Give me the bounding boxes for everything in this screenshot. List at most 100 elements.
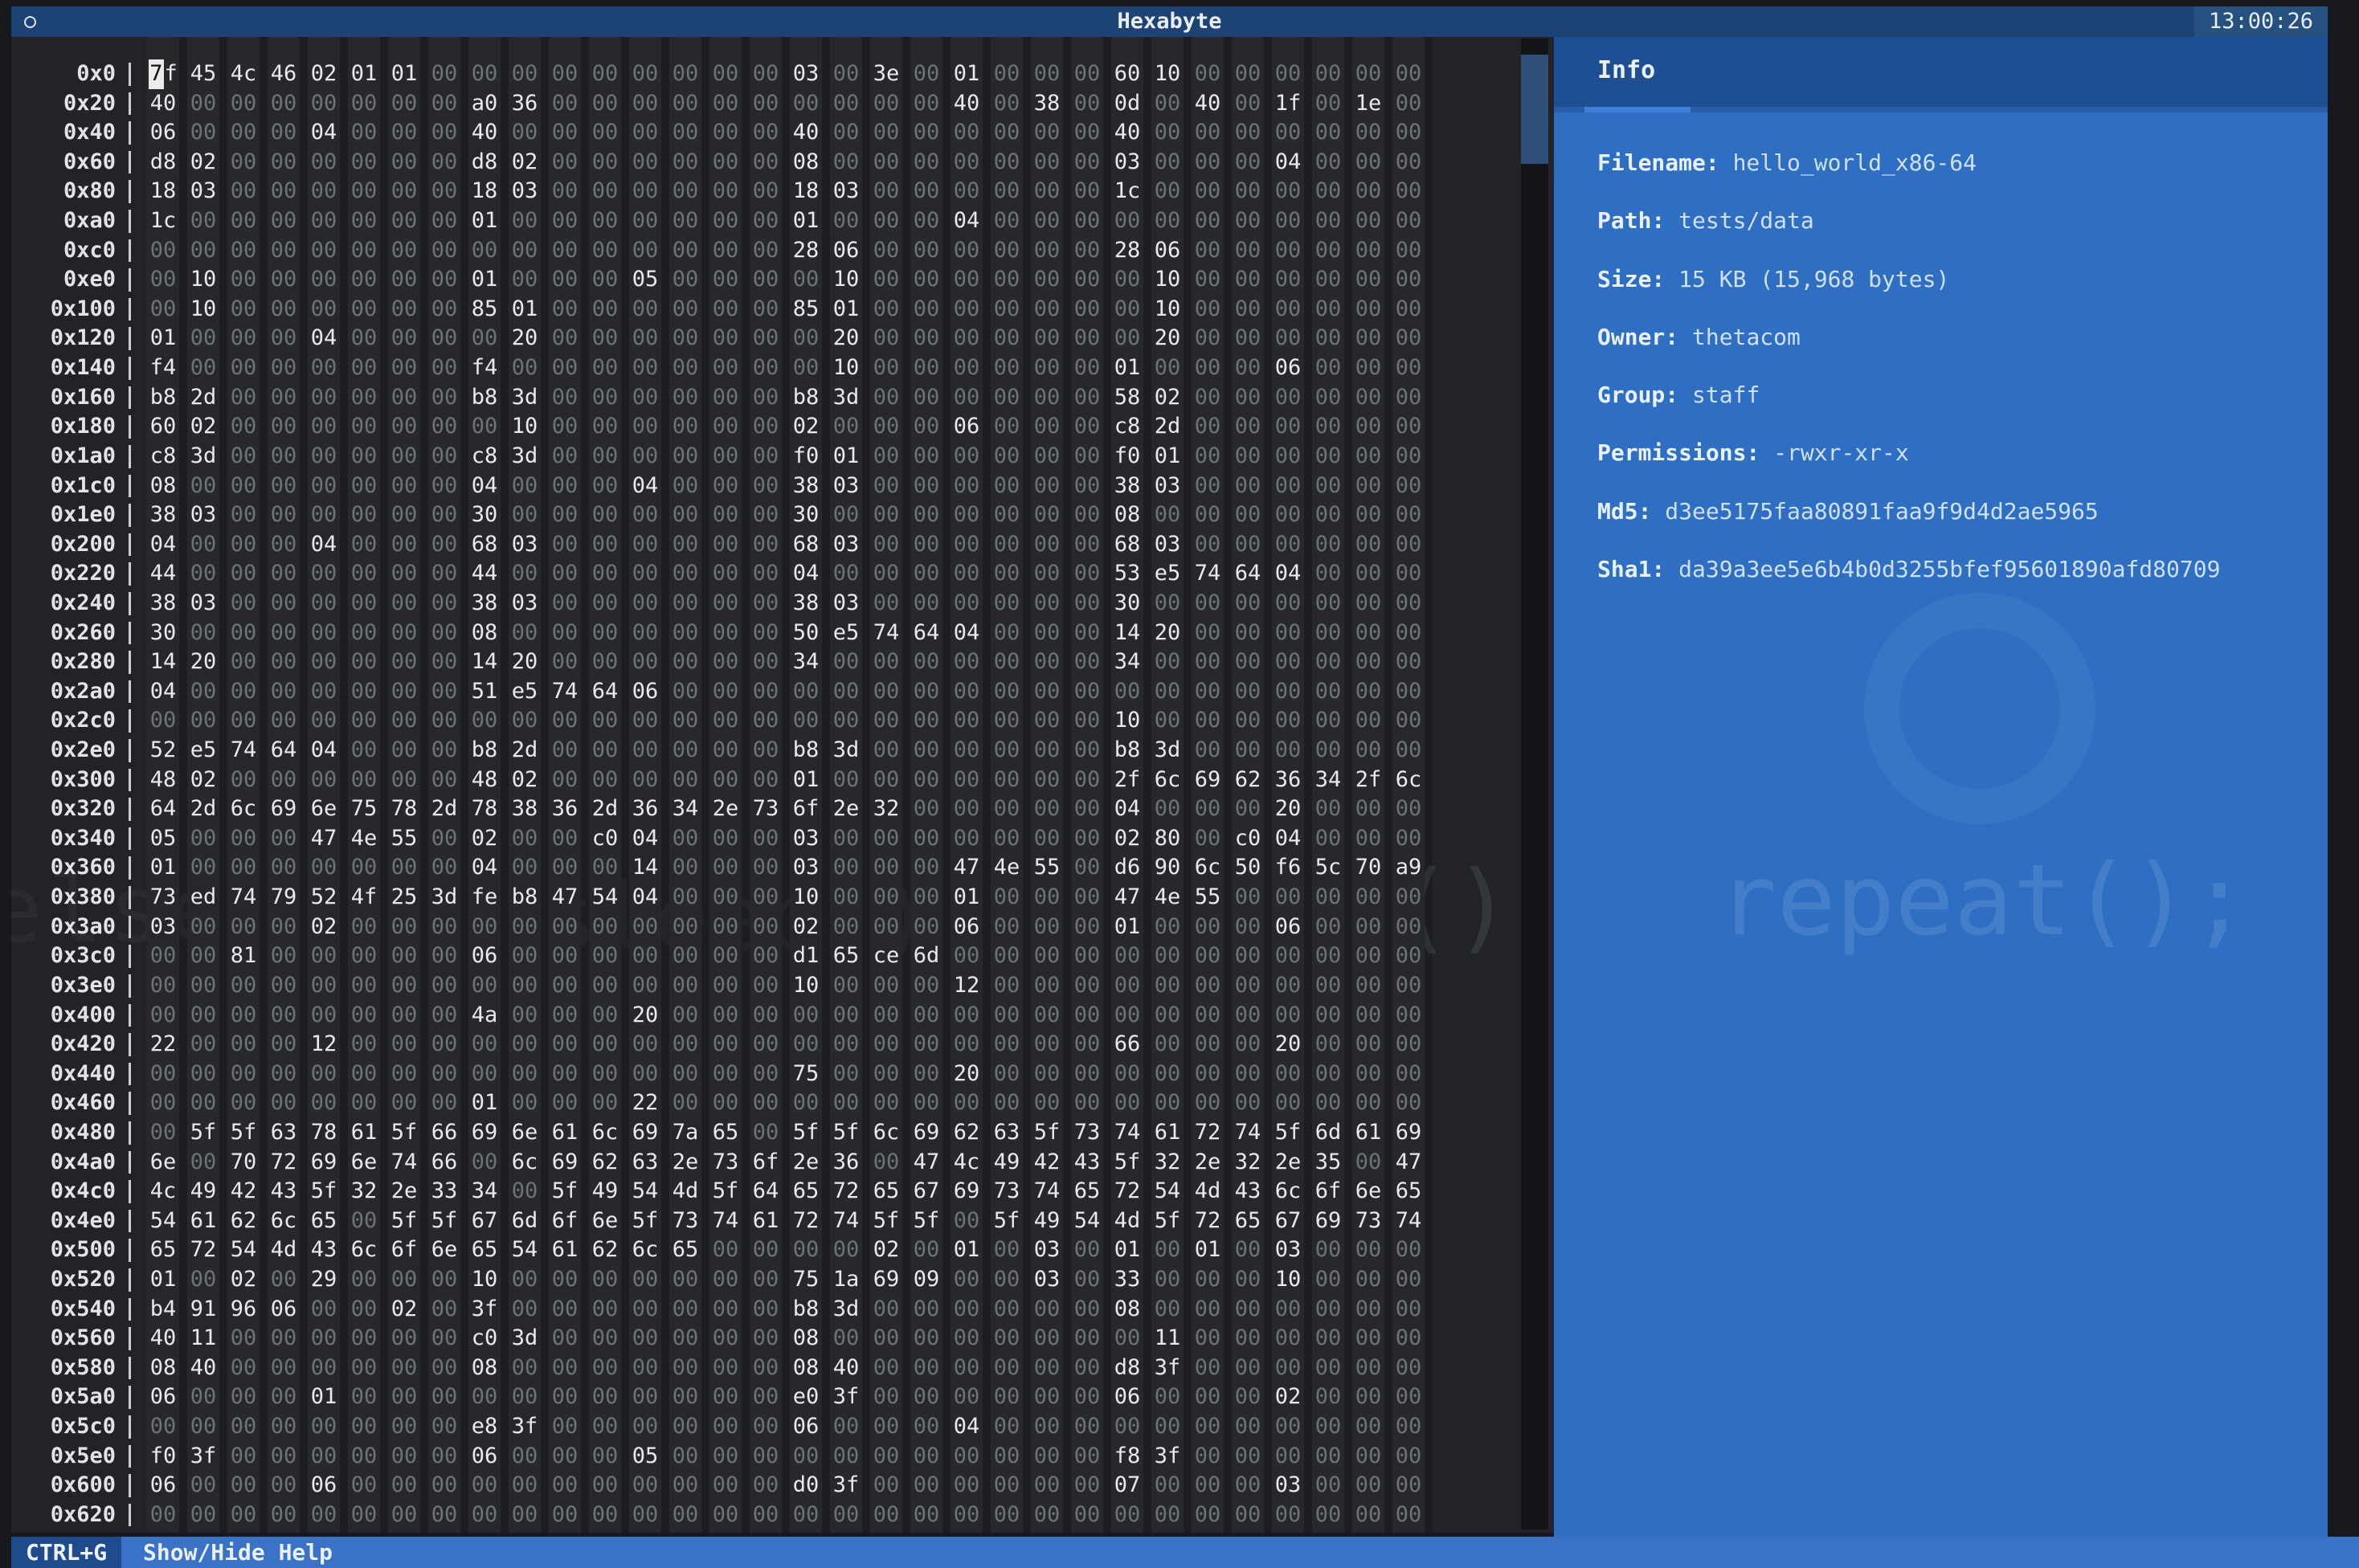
byte-cell[interactable]: 00 (509, 1382, 541, 1412)
byte-cell[interactable]: 00 (1151, 1265, 1184, 1295)
byte-cell[interactable]: 00 (709, 177, 742, 206)
byte-cell[interactable]: 00 (1192, 442, 1224, 472)
byte-cell[interactable]: 00 (1192, 353, 1224, 383)
byte-cell[interactable]: 5f (709, 1177, 742, 1207)
byte-cell[interactable]: 00 (709, 1060, 742, 1089)
byte-cell[interactable]: 00 (991, 324, 1023, 353)
byte-cell[interactable]: 00 (227, 206, 260, 236)
byte-cell[interactable]: 00 (1031, 971, 1063, 1001)
byte-cell[interactable]: 00 (348, 736, 380, 766)
byte-cell[interactable]: 00 (589, 472, 621, 501)
byte-cell[interactable]: 00 (910, 1001, 942, 1031)
byte-cell[interactable]: 00 (1031, 206, 1063, 236)
byte-cell[interactable]: 00 (951, 1354, 983, 1383)
byte-cell[interactable]: 00 (509, 265, 541, 295)
byte-cell[interactable]: 00 (388, 530, 420, 560)
byte-cell[interactable]: 54 (1071, 1207, 1103, 1236)
byte-cell[interactable]: 00 (1232, 736, 1264, 766)
byte-cell[interactable]: b8 (790, 736, 822, 766)
byte-cell[interactable]: 00 (1392, 619, 1425, 648)
byte-cell[interactable]: 49 (589, 1177, 621, 1207)
byte-cell[interactable]: 00 (1192, 736, 1224, 766)
byte-cell[interactable]: 00 (388, 941, 420, 971)
byte-cell[interactable]: 00 (830, 853, 862, 883)
byte-cell[interactable]: 00 (669, 589, 701, 619)
byte-cell[interactable]: 69 (549, 1148, 581, 1178)
byte-cell[interactable]: 00 (1192, 1088, 1224, 1118)
byte-cell[interactable]: 00 (991, 706, 1023, 736)
byte-cell[interactable]: d1 (790, 941, 822, 971)
byte-cell[interactable]: 00 (348, 118, 380, 148)
byte-cell[interactable]: 00 (750, 1412, 782, 1442)
byte-cell[interactable]: 00 (428, 736, 460, 766)
byte-cell[interactable]: 3d (187, 442, 219, 472)
byte-cell[interactable]: 00 (589, 442, 621, 472)
byte-cell[interactable]: 69 (629, 1118, 661, 1148)
byte-cell[interactable]: 08 (1111, 1295, 1143, 1325)
byte-cell[interactable]: 6e (428, 1235, 460, 1265)
byte-cell[interactable]: 00 (750, 941, 782, 971)
byte-cell[interactable]: 00 (1352, 383, 1384, 413)
byte-cell[interactable]: 00 (348, 265, 380, 295)
byte-cell[interactable]: 06 (629, 677, 661, 707)
byte-cell[interactable]: 18 (147, 177, 179, 206)
byte-cell[interactable]: b4 (147, 1295, 179, 1325)
byte-cell[interactable]: 75 (348, 794, 380, 824)
byte-cell[interactable]: 00 (1352, 1501, 1384, 1530)
byte-cell[interactable]: 00 (268, 766, 300, 795)
byte-cell[interactable]: 00 (1031, 824, 1063, 854)
byte-cell[interactable]: 00 (1392, 1471, 1425, 1501)
byte-cell[interactable]: 00 (1192, 706, 1224, 736)
byte-cell[interactable]: 00 (308, 971, 340, 1001)
byte-cell[interactable]: 3f (187, 1442, 219, 1472)
byte-cell[interactable]: 00 (991, 1382, 1023, 1412)
byte-cell[interactable]: 00 (830, 677, 862, 707)
byte-cell[interactable]: 00 (428, 559, 460, 589)
byte-cell[interactable]: 00 (348, 1060, 380, 1089)
byte-cell[interactable]: 00 (268, 148, 300, 178)
byte-cell[interactable]: 00 (1232, 1235, 1264, 1265)
byte-cell[interactable]: 00 (750, 1088, 782, 1118)
byte-cell[interactable]: 00 (870, 1324, 902, 1354)
byte-cell[interactable]: 68 (468, 530, 501, 560)
byte-cell[interactable]: 00 (348, 500, 380, 530)
byte-cell[interactable]: 00 (830, 89, 862, 119)
byte-cell[interactable]: 00 (589, 1501, 621, 1530)
byte-cell[interactable]: a0 (468, 89, 501, 119)
byte-cell[interactable]: 00 (1312, 677, 1344, 707)
byte-cell[interactable]: 00 (629, 442, 661, 472)
byte-cell[interactable]: 00 (348, 913, 380, 942)
byte-cell[interactable]: 00 (1232, 1501, 1264, 1530)
byte-cell[interactable]: 00 (1392, 59, 1425, 89)
byte-cell[interactable]: 00 (549, 913, 581, 942)
byte-cell[interactable]: 00 (268, 236, 300, 266)
byte-cell[interactable]: 69 (1192, 766, 1224, 795)
byte-cell[interactable]: 00 (147, 706, 179, 736)
byte-cell[interactable]: 00 (1272, 677, 1304, 707)
byte-cell[interactable]: 78 (388, 794, 420, 824)
byte-cell[interactable]: 00 (669, 412, 701, 442)
byte-cell[interactable]: 00 (1151, 1501, 1184, 1530)
byte-cell[interactable]: 38 (790, 472, 822, 501)
byte-cell[interactable]: 00 (750, 1324, 782, 1354)
byte-cell[interactable]: 00 (1392, 1030, 1425, 1060)
byte-cell[interactable]: 00 (227, 324, 260, 353)
byte-cell[interactable]: 2d (589, 794, 621, 824)
byte-cell[interactable]: 00 (549, 442, 581, 472)
byte-cell[interactable]: 00 (549, 324, 581, 353)
byte-cell[interactable]: 51 (468, 677, 501, 707)
byte-cell[interactable]: 47 (951, 853, 983, 883)
byte-cell[interactable]: 00 (629, 1324, 661, 1354)
byte-cell[interactable]: 00 (1071, 59, 1103, 89)
byte-cell[interactable]: 03 (187, 177, 219, 206)
byte-cell[interactable]: 00 (428, 1412, 460, 1442)
byte-cell[interactable]: 00 (1312, 442, 1344, 472)
byte-cell[interactable]: 00 (669, 89, 701, 119)
byte-cell[interactable]: 20 (509, 324, 541, 353)
byte-cell[interactable]: 01 (951, 883, 983, 913)
byte-cell[interactable]: 00 (1071, 1412, 1103, 1442)
byte-cell[interactable]: 00 (227, 1382, 260, 1412)
byte-cell[interactable]: 00 (910, 559, 942, 589)
byte-cell[interactable]: 00 (268, 206, 300, 236)
byte-cell[interactable]: 00 (589, 1442, 621, 1472)
